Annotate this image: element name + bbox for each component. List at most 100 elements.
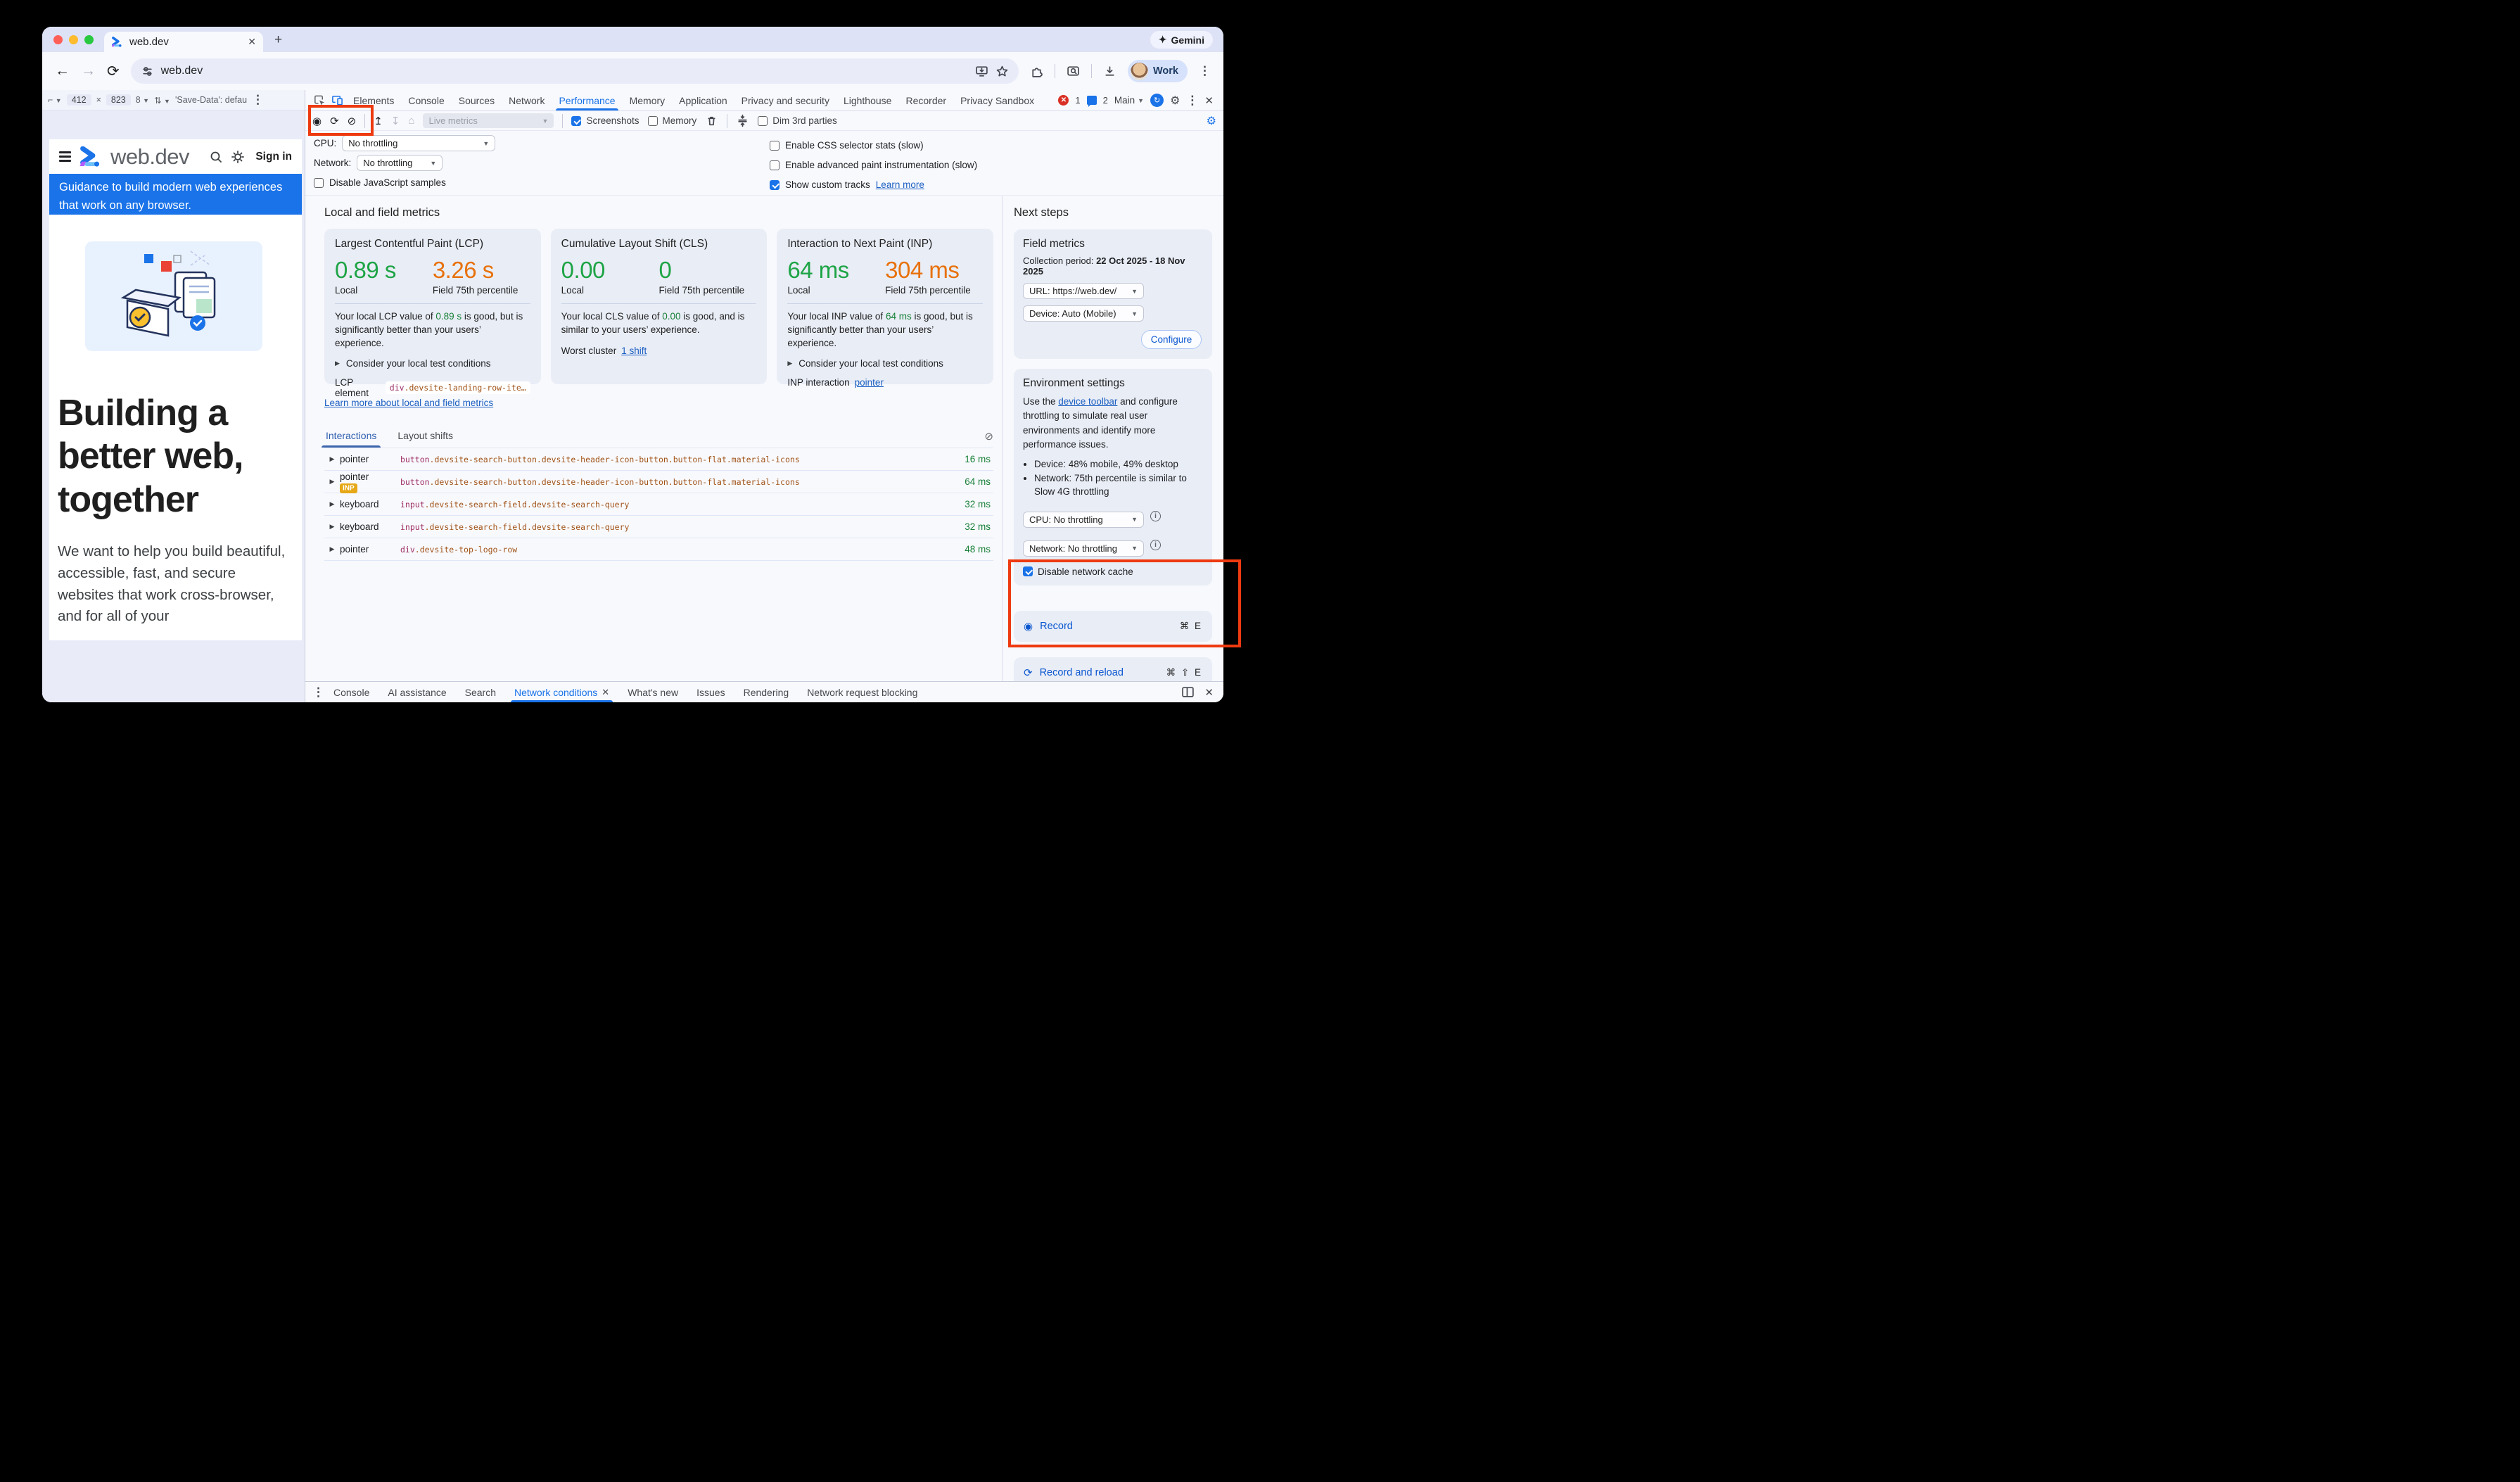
auto-reload-icon[interactable]: ↻ xyxy=(1150,94,1164,107)
screenshots-checkbox[interactable]: Screenshots xyxy=(571,115,639,126)
drawer-tab-console[interactable]: Console xyxy=(324,682,378,702)
downloads-icon[interactable] xyxy=(1103,65,1116,78)
configure-button[interactable]: Configure xyxy=(1141,330,1202,349)
clear-interactions-icon[interactable]: ⊘ xyxy=(984,430,993,448)
split-panel-icon[interactable] xyxy=(1181,685,1195,699)
gemini-button[interactable]: ✦ Gemini xyxy=(1150,31,1213,49)
drawer-tab-rendering[interactable]: Rendering xyxy=(734,682,798,702)
maximize-window-button[interactable] xyxy=(84,35,94,44)
tab-application[interactable]: Application xyxy=(672,90,734,110)
expand-icon[interactable]: ▶ xyxy=(324,455,340,463)
url-bar[interactable]: web.dev xyxy=(131,58,1019,84)
interaction-row[interactable]: ▶ keyboard input.devsite-search-field.de… xyxy=(324,516,993,538)
paint-instrumentation-checkbox[interactable]: Enable advanced paint instrumentation (s… xyxy=(770,160,977,170)
lcp-test-conditions-expand[interactable]: ▶ Consider your local test conditions xyxy=(335,358,530,369)
drawer-menu-icon[interactable]: ⋮ xyxy=(312,685,324,699)
site-brand[interactable]: web.dev xyxy=(110,144,201,170)
inp-test-conditions-expand[interactable]: ▶ Consider your local test conditions xyxy=(787,358,983,369)
close-window-button[interactable] xyxy=(53,35,63,44)
new-tab-button[interactable]: + xyxy=(274,32,282,48)
browser-menu-icon[interactable]: ⋮ xyxy=(1199,64,1211,78)
custom-tracks-checkbox[interactable]: Show custom tracks Learn more xyxy=(770,179,924,190)
drawer-tab-issues[interactable]: Issues xyxy=(687,682,734,702)
site-settings-icon[interactable] xyxy=(141,65,154,78)
disable-js-samples-checkbox[interactable]: Disable JavaScript samples xyxy=(314,177,446,188)
bookmark-star-icon[interactable] xyxy=(995,65,1009,78)
env-cpu-select[interactable]: CPU: No throttling▼ xyxy=(1023,512,1144,528)
console-message-icon[interactable] xyxy=(1087,96,1097,105)
zoom-dropdown[interactable]: 8 ▼ xyxy=(136,95,149,105)
tab-performance[interactable]: Performance xyxy=(552,90,622,110)
tab-interactions[interactable]: Interactions xyxy=(324,427,378,448)
tab-console[interactable]: Console xyxy=(401,90,451,110)
extensions-icon[interactable] xyxy=(1030,65,1043,78)
tab-close-icon[interactable]: ✕ xyxy=(248,36,256,48)
info-icon[interactable]: i xyxy=(1150,540,1161,550)
home-icon[interactable]: ⌂ xyxy=(408,115,414,127)
drawer-tab-whats-new[interactable]: What's new xyxy=(618,682,687,702)
site-search-icon[interactable] xyxy=(209,150,223,164)
custom-tracks-learn-more-link[interactable]: Learn more xyxy=(876,179,924,190)
expand-icon[interactable]: ▶ xyxy=(324,500,340,508)
tab-lighthouse[interactable]: Lighthouse xyxy=(836,90,899,110)
install-app-icon[interactable] xyxy=(975,65,988,78)
browser-tab[interactable]: web.dev ✕ xyxy=(104,32,263,52)
drawer-tab-search[interactable]: Search xyxy=(456,682,505,702)
expand-icon[interactable]: ▶ xyxy=(324,478,340,486)
device-width-input[interactable]: 412 xyxy=(67,94,91,106)
drawer-tab-close-icon[interactable]: ✕ xyxy=(602,687,609,698)
info-icon[interactable]: i xyxy=(1150,511,1161,521)
reload-button[interactable]: ⟳ xyxy=(107,63,120,80)
throttle-dropdown[interactable]: ⇅ ▼ xyxy=(154,95,170,106)
search-tabs-icon[interactable] xyxy=(1067,65,1080,78)
css-selector-stats-checkbox[interactable]: Enable CSS selector stats (slow) xyxy=(770,140,924,151)
forward-button[interactable]: → xyxy=(81,63,96,80)
tab-privacy-security[interactable]: Privacy and security xyxy=(734,90,836,110)
minimize-window-button[interactable] xyxy=(69,35,78,44)
error-badge-icon[interactable]: ✕ xyxy=(1058,95,1069,106)
lcp-element-chip[interactable]: div.devsite-landing-row-ite… xyxy=(386,381,530,394)
live-metrics-select[interactable]: Live metrics▼ xyxy=(423,113,554,128)
worst-cluster-link[interactable]: 1 shift xyxy=(621,346,647,356)
drawer-tab-ai-assistance[interactable]: AI assistance xyxy=(378,682,455,702)
sign-in-button[interactable]: Sign in xyxy=(255,151,292,163)
tab-layout-shifts[interactable]: Layout shifts xyxy=(396,427,454,448)
device-toolbar-link[interactable]: device toolbar xyxy=(1058,396,1117,407)
tab-memory[interactable]: Memory xyxy=(623,90,673,110)
device-height-input[interactable]: 823 xyxy=(106,94,131,106)
interaction-row[interactable]: ▶ keyboard input.devsite-search-field.de… xyxy=(324,493,993,516)
back-button[interactable]: ← xyxy=(55,63,70,80)
interaction-row[interactable]: ▶ pointer div.devsite-top-logo-row 48 ms xyxy=(324,538,993,561)
drawer-close-icon[interactable]: ✕ xyxy=(1204,686,1214,699)
device-toolbar-menu-icon[interactable]: ⋮ xyxy=(252,93,264,107)
profile-chip[interactable]: Work xyxy=(1128,60,1188,82)
expand-icon[interactable]: ▶ xyxy=(324,545,340,553)
save-profile-icon[interactable]: ↧ xyxy=(391,115,400,127)
drawer-tab-network-conditions[interactable]: Network conditions ✕ xyxy=(505,682,618,702)
tab-sources[interactable]: Sources xyxy=(452,90,502,110)
devtools-menu-icon[interactable]: ⋮ xyxy=(1186,94,1198,108)
tab-privacy-sandbox[interactable]: Privacy Sandbox xyxy=(953,90,1041,110)
inp-interaction-link[interactable]: pointer xyxy=(855,377,884,388)
dimensions-dropdown[interactable]: ⌐ ▼ xyxy=(48,95,62,105)
interaction-row[interactable]: ▶ pointer INP button.devsite-search-butt… xyxy=(324,471,993,493)
cpu-throttle-select[interactable]: No throttling▼ xyxy=(342,135,495,151)
field-url-select[interactable]: URL: https://web.dev/▼ xyxy=(1023,283,1144,299)
drawer-tab-network-request-blocking[interactable]: Network request blocking xyxy=(798,682,927,702)
hamburger-menu-icon[interactable] xyxy=(59,151,71,162)
theme-toggle-icon[interactable] xyxy=(231,150,245,164)
network-throttle-select[interactable]: No throttling▼ xyxy=(357,155,443,171)
load-profile-icon[interactable]: ↥ xyxy=(374,115,383,127)
tab-network[interactable]: Network xyxy=(502,90,552,110)
interaction-row[interactable]: ▶ pointer button.devsite-search-button.d… xyxy=(324,448,993,471)
devtools-close-icon[interactable]: ✕ xyxy=(1204,94,1214,107)
collapse-tracks-icon[interactable] xyxy=(736,114,749,127)
record-and-reload-button[interactable]: ⟳ Record and reload ⌘ ⇧ E xyxy=(1014,657,1212,681)
dim-3rd-parties-checkbox[interactable]: Dim 3rd parties xyxy=(758,115,837,126)
devtools-settings-icon[interactable]: ⚙ xyxy=(1170,94,1180,108)
target-selector[interactable]: Main▼ xyxy=(1114,95,1144,106)
tab-recorder[interactable]: Recorder xyxy=(898,90,953,110)
memory-checkbox[interactable]: Memory xyxy=(648,115,697,126)
env-network-select[interactable]: Network: No throttling▼ xyxy=(1023,540,1144,557)
garbage-collect-icon[interactable] xyxy=(705,114,718,127)
